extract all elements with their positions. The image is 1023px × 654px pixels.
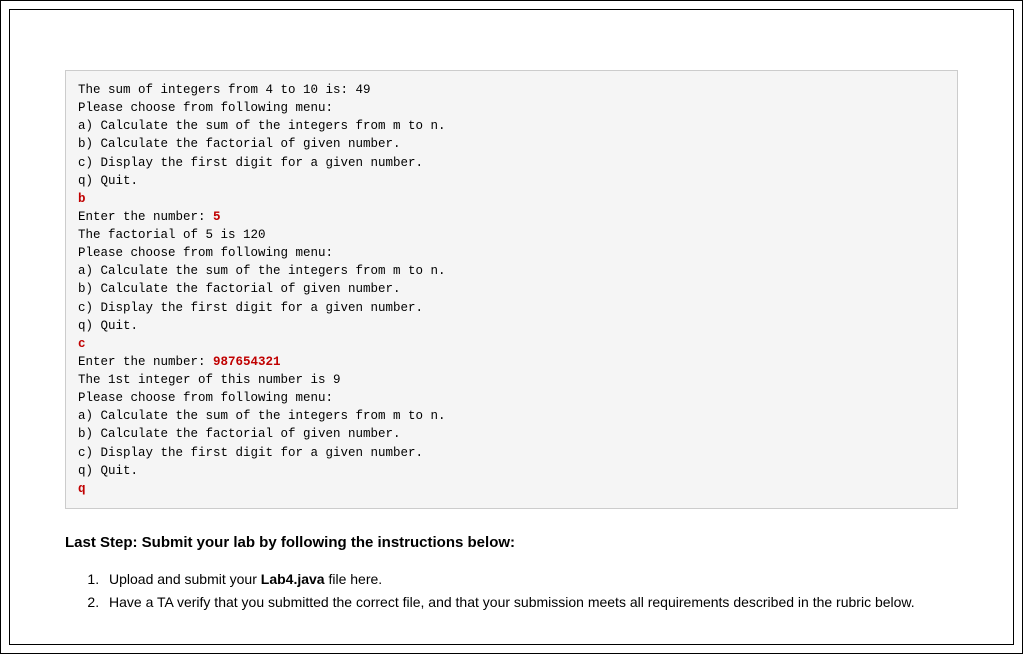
code-line: c) Display the first digit for a given n… — [78, 299, 945, 317]
prompt-text: Enter the number: — [78, 355, 213, 369]
last-step-heading: Last Step: Submit your lab by following … — [65, 534, 958, 551]
instruction-text: file here. — [325, 571, 383, 587]
code-line: Please choose from following menu: — [78, 389, 945, 407]
document-frame: The sum of integers from 4 to 10 is: 49P… — [9, 9, 1014, 645]
user-input-987: 987654321 — [213, 355, 281, 369]
code-line: c) Display the first digit for a given n… — [78, 444, 945, 462]
code-line: The 1st integer of this number is 9 — [78, 371, 945, 389]
instruction-text: Upload and submit your — [109, 571, 261, 587]
code-line: a) Calculate the sum of the integers fro… — [78, 117, 945, 135]
code-output-block: The sum of integers from 4 to 10 is: 49P… — [65, 70, 958, 509]
code-line: b) Calculate the factorial of given numb… — [78, 280, 945, 298]
user-input-q: q — [78, 480, 945, 498]
code-line: q) Quit. — [78, 462, 945, 480]
user-input-c: c — [78, 335, 945, 353]
instruction-item-1: Upload and submit your Lab4.java file he… — [103, 569, 958, 590]
code-line: a) Calculate the sum of the integers fro… — [78, 262, 945, 280]
user-input-5: 5 — [213, 210, 221, 224]
instruction-item-2: Have a TA verify that you submitted the … — [103, 592, 958, 613]
code-line: Enter the number: 987654321 — [78, 353, 945, 371]
code-line: q) Quit. — [78, 317, 945, 335]
code-line: The factorial of 5 is 120 — [78, 226, 945, 244]
instructions-list: Upload and submit your Lab4.java file he… — [65, 569, 958, 613]
filename: Lab4.java — [261, 571, 325, 587]
code-line: The sum of integers from 4 to 10 is: 49 — [78, 81, 945, 99]
prompt-text: Enter the number: — [78, 210, 213, 224]
code-line: b) Calculate the factorial of given numb… — [78, 425, 945, 443]
code-line: Please choose from following menu: — [78, 99, 945, 117]
user-input-b: b — [78, 190, 945, 208]
code-line: Please choose from following menu: — [78, 244, 945, 262]
code-line: b) Calculate the factorial of given numb… — [78, 135, 945, 153]
code-line: c) Display the first digit for a given n… — [78, 154, 945, 172]
code-line: Enter the number: 5 — [78, 208, 945, 226]
code-line: q) Quit. — [78, 172, 945, 190]
code-line: a) Calculate the sum of the integers fro… — [78, 407, 945, 425]
